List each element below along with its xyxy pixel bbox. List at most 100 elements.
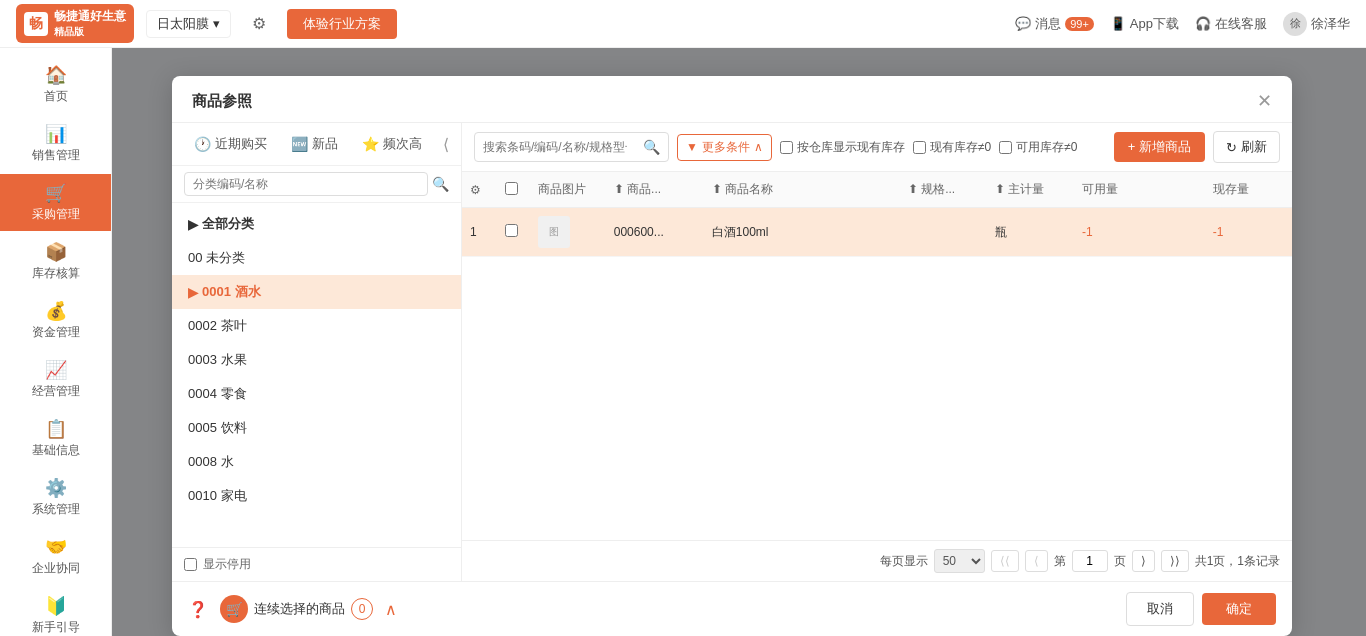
select-all-checkbox[interactable] xyxy=(505,182,518,195)
sidebar-item-label: 库存核算 xyxy=(32,265,80,282)
modal-close-button[interactable]: ✕ xyxy=(1257,90,1272,112)
cell-index: 1 xyxy=(462,208,497,257)
row-checkbox[interactable] xyxy=(505,224,518,237)
last-page-button[interactable]: ⟩⟩ xyxy=(1161,550,1189,572)
sidebar-item-sales[interactable]: 📊 销售管理 xyxy=(0,115,111,172)
username: 徐泽华 xyxy=(1311,15,1350,33)
sales-icon: 📊 xyxy=(45,123,67,145)
store-selector[interactable]: 日太阳膜 ▾ xyxy=(146,10,231,38)
star-icon: ⭐ xyxy=(362,136,379,152)
category-item-active[interactable]: ▶ 0001 酒水 xyxy=(172,275,461,309)
app-download-nav[interactable]: 📱 App下载 xyxy=(1110,15,1179,33)
sidebar-item-label: 系统管理 xyxy=(32,501,80,518)
category-search-button[interactable]: 🔍 xyxy=(432,176,449,192)
content-area: 商品参照 ✕ 🕐 近期购买 🆕 新品 xyxy=(112,48,1366,636)
add-product-button[interactable]: + 新增商品 xyxy=(1114,132,1205,162)
store-name: 日太阳膜 xyxy=(157,15,209,33)
per-page-select[interactable]: 50 100 200 xyxy=(934,549,985,573)
tab-frequent[interactable]: ⭐ 频次高 xyxy=(352,131,432,157)
product-table: ⚙ 商品图片 ⬆ 商品... ⬆ 商品名称 xyxy=(462,172,1292,257)
cart-info: 🛒 连续选择的商品 0 xyxy=(220,595,373,623)
refresh-button[interactable]: ↻ 刷新 xyxy=(1213,131,1280,163)
stock-nonzero-label: 现有库存≠0 xyxy=(930,139,991,156)
pagination: 每页显示 50 100 200 ⟨⟨ ⟨ 第 页 ⟩ ⟩⟩ 共1页，1 xyxy=(462,540,1292,581)
collapse-left-icon[interactable]: ⟨ xyxy=(443,135,449,154)
sidebar-item-purchase[interactable]: 🛒 采购管理 xyxy=(0,174,111,231)
category-item[interactable]: 0002 茶叶 xyxy=(172,309,461,343)
warehouse-stock-check: 按仓库显示现有库存 xyxy=(780,139,905,156)
product-reference-modal: 商品参照 ✕ 🕐 近期购买 🆕 新品 xyxy=(172,76,1292,636)
first-page-button[interactable]: ⟨⟨ xyxy=(991,550,1019,572)
operations-icon: 📈 xyxy=(45,359,67,381)
prev-page-button[interactable]: ⟨ xyxy=(1025,550,1048,572)
category-list: ▶ 全部分类 00 未分类 ▶ 0001 酒水 0002 茶叶 xyxy=(172,203,461,547)
sidebar-item-finance[interactable]: 💰 资金管理 xyxy=(0,292,111,349)
col-spec[interactable]: ⬆ 规格... xyxy=(900,172,987,208)
product-search-bar: 🔍 xyxy=(474,132,669,162)
sidebar-item-operations[interactable]: 📈 经营管理 xyxy=(0,351,111,408)
message-label: 消息 xyxy=(1035,15,1061,33)
sidebar-item-label: 新手引导 xyxy=(32,619,80,636)
per-page-label: 每页显示 xyxy=(880,553,928,570)
sidebar-item-home[interactable]: 🏠 首页 xyxy=(0,56,111,113)
sidebar-item-guide[interactable]: 🔰 新手引导 xyxy=(0,587,111,636)
category-search-input[interactable] xyxy=(184,172,428,196)
collapse-button[interactable]: ∧ xyxy=(385,600,397,619)
category-item[interactable]: 00 未分类 xyxy=(172,241,461,275)
settings-icon[interactable]: ⚙ xyxy=(243,8,275,40)
online-service-nav[interactable]: 🎧 在线客服 xyxy=(1195,15,1267,33)
page-label: 第 xyxy=(1054,553,1066,570)
top-nav: 畅 畅捷通好生意 精品版 日太阳膜 ▾ ⚙ 体验行业方案 💬 消息 99+ 📱 … xyxy=(0,0,1366,48)
page-unit: 页 xyxy=(1114,553,1126,570)
logo: 畅 畅捷通好生意 精品版 xyxy=(16,4,134,43)
tab-recent-purchase[interactable]: 🕐 近期购买 xyxy=(184,131,277,157)
product-search-input[interactable] xyxy=(475,140,635,154)
sidebar-item-inventory[interactable]: 📦 库存核算 xyxy=(0,233,111,290)
category-item[interactable]: 0004 零食 xyxy=(172,377,461,411)
help-icon[interactable]: ❓ xyxy=(188,600,208,619)
col-image: 商品图片 xyxy=(530,172,606,208)
available-nonzero-checkbox[interactable] xyxy=(999,141,1012,154)
category-item[interactable]: 0005 饮料 xyxy=(172,411,461,445)
message-badge: 99+ xyxy=(1065,17,1094,31)
toolbar: 🔍 ▼ 更多条件 ∧ 按仓库显示现有库存 xyxy=(462,123,1292,172)
left-panel: 🕐 近期购买 🆕 新品 ⭐ 频次高 ⟨ xyxy=(172,123,462,581)
finance-icon: 💰 xyxy=(45,300,67,322)
table-row[interactable]: 1 图 000600... 白酒100ml 瓶 -1 xyxy=(462,208,1292,257)
col-settings: ⚙ xyxy=(462,172,497,208)
col-checkbox xyxy=(497,172,530,208)
product-search-button[interactable]: 🔍 xyxy=(635,139,668,155)
filter-button[interactable]: ▼ 更多条件 ∧ xyxy=(677,134,772,161)
avatar: 徐 xyxy=(1283,12,1307,36)
col-name[interactable]: ⬆ 商品名称 xyxy=(704,172,900,208)
tab-new-product[interactable]: 🆕 新品 xyxy=(281,131,348,157)
show-disabled-area: 显示停用 xyxy=(172,547,461,581)
sidebar-item-label: 企业协同 xyxy=(32,560,80,577)
filter-label: 更多条件 xyxy=(702,139,750,156)
user-nav[interactable]: 徐 徐泽华 xyxy=(1283,12,1350,36)
clock-icon: 🕐 xyxy=(194,136,211,152)
total-info: 共1页，1条记录 xyxy=(1195,553,1280,570)
category-all[interactable]: ▶ 全部分类 xyxy=(172,207,461,241)
show-disabled-checkbox[interactable] xyxy=(184,558,197,571)
sidebar-item-basic[interactable]: 📋 基础信息 xyxy=(0,410,111,467)
main-layout: 🏠 首页 📊 销售管理 🛒 采购管理 📦 库存核算 💰 资金管理 📈 经营管理 … xyxy=(0,48,1366,636)
refresh-label: 刷新 xyxy=(1241,138,1267,156)
next-page-button[interactable]: ⟩ xyxy=(1132,550,1155,572)
confirm-button[interactable]: 确定 xyxy=(1202,593,1276,625)
category-item[interactable]: 0008 水 xyxy=(172,445,461,479)
warehouse-stock-checkbox[interactable] xyxy=(780,141,793,154)
category-item[interactable]: 0003 水果 xyxy=(172,343,461,377)
sidebar-item-system[interactable]: ⚙️ 系统管理 xyxy=(0,469,111,526)
stock-nonzero-checkbox[interactable] xyxy=(913,141,926,154)
filter-icon: ▼ xyxy=(686,140,698,154)
category-item[interactable]: 0010 家电 xyxy=(172,479,461,513)
current-page-input[interactable] xyxy=(1072,550,1108,572)
nav-right: 💬 消息 99+ 📱 App下载 🎧 在线客服 徐 徐泽华 xyxy=(1015,12,1350,36)
trial-button[interactable]: 体验行业方案 xyxy=(287,9,397,39)
col-code[interactable]: ⬆ 商品... xyxy=(606,172,704,208)
cancel-button[interactable]: 取消 xyxy=(1126,592,1194,626)
sidebar-item-enterprise[interactable]: 🤝 企业协同 xyxy=(0,528,111,585)
messages-nav[interactable]: 💬 消息 99+ xyxy=(1015,15,1094,33)
col-unit[interactable]: ⬆ 主计量 xyxy=(987,172,1074,208)
